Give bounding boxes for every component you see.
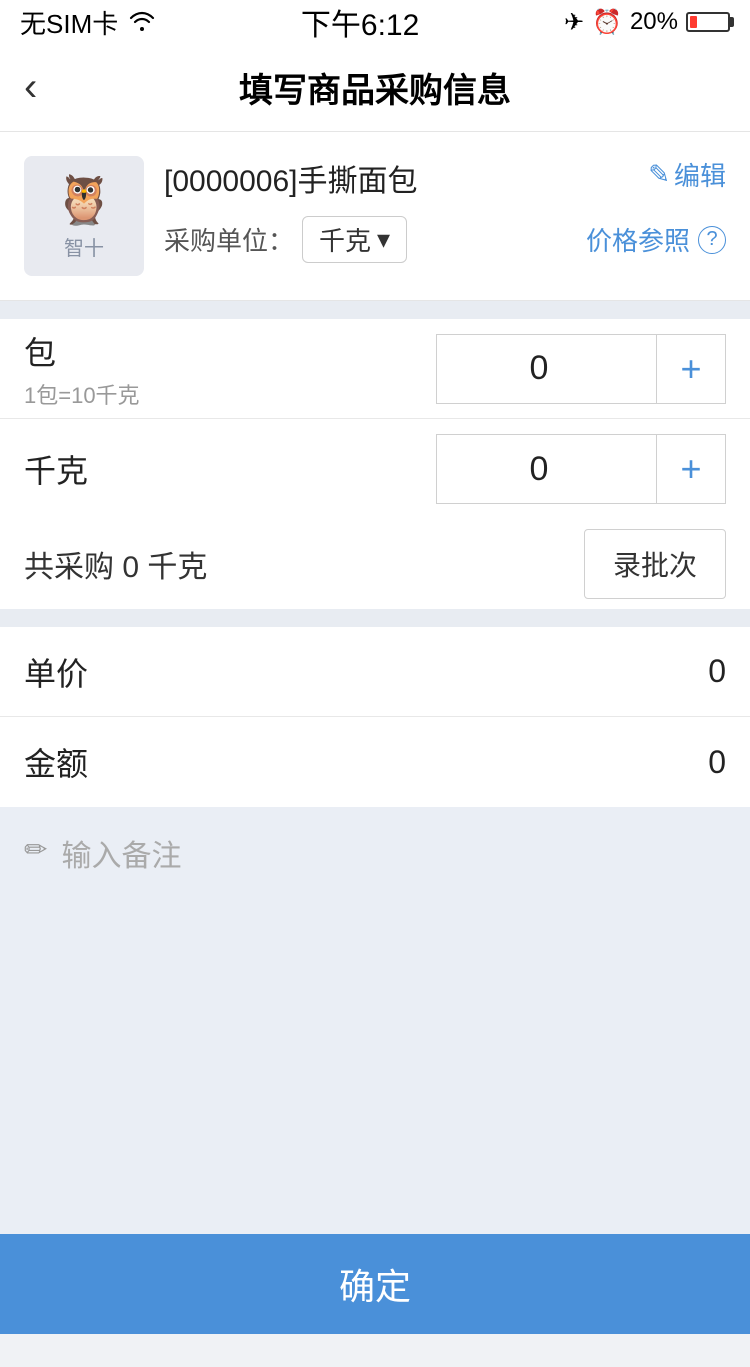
bao-plus-button[interactable]: +: [656, 334, 726, 404]
kg-plus-button[interactable]: +: [656, 434, 726, 504]
unit-row: 采购单位： 千克 ▾ 价格参照 ?: [164, 216, 726, 263]
unit-label-text: 采购单位：: [164, 221, 294, 258]
bao-row: 包 1包=10千克 +: [0, 319, 750, 419]
unit-price-row: 单价 0: [0, 627, 750, 717]
note-placeholder: 输入备注: [61, 831, 181, 875]
amount-row: 金额 0: [0, 717, 750, 807]
price-ref-help-icon: ?: [698, 226, 726, 254]
product-owl-icon: 🦉: [54, 171, 114, 228]
unit-select[interactable]: 千克 ▾: [302, 216, 407, 263]
kg-input-control: +: [436, 434, 726, 504]
section-divider-2: [0, 609, 750, 627]
bao-label: 包 1包=10千克: [24, 328, 140, 410]
battery-percent: 20%: [630, 8, 678, 36]
product-image: 🦉 智十: [24, 156, 144, 276]
edit-icon: ✎: [648, 159, 670, 190]
product-title-row: [0000006]手撕面包 ✎ 编辑: [164, 156, 726, 200]
status-bar: 无SIM卡 下午6:12 ✈ ⏰ 20%: [0, 0, 750, 44]
unit-value: 千克: [319, 221, 371, 258]
status-right: ✈ ⏰ 20%: [564, 8, 730, 37]
amount-label: 金额: [24, 739, 88, 785]
section-divider-1: [0, 301, 750, 319]
product-info: [0000006]手撕面包 ✎ 编辑 采购单位： 千克 ▾ 价格参照 ?: [164, 156, 726, 263]
edit-button[interactable]: ✎ 编辑: [648, 156, 726, 193]
pencil-icon: ✏: [24, 833, 47, 866]
note-section[interactable]: ✏ 输入备注: [0, 807, 750, 927]
total-text: 共采购 0 千克: [24, 542, 207, 586]
status-time: 下午6:12: [301, 0, 419, 44]
batch-button[interactable]: 录批次: [584, 529, 726, 599]
price-ref-label: 价格参照: [586, 221, 690, 258]
brand-text: 智十: [64, 232, 104, 261]
nav-bar: ‹ 填写商品采购信息: [0, 44, 750, 132]
kg-row: 千克 +: [0, 419, 750, 519]
bao-sub-label: 1包=10千克: [24, 378, 140, 410]
back-chevron: ‹: [24, 65, 37, 110]
page-title: 填写商品采购信息: [239, 63, 511, 112]
product-name: [0000006]手撕面包: [164, 156, 417, 200]
carrier-text: 无SIM卡: [20, 4, 118, 41]
battery-icon: [686, 12, 730, 32]
back-button[interactable]: ‹: [24, 65, 37, 110]
edit-label: 编辑: [674, 156, 726, 193]
bao-input-control: +: [436, 334, 726, 404]
unit-price-value: 0: [708, 653, 726, 690]
status-left: 无SIM卡: [20, 4, 156, 41]
confirm-button[interactable]: 确定: [0, 1234, 750, 1334]
price-info-section: 单价 0 金额 0: [0, 627, 750, 807]
kg-label: 千克: [24, 446, 88, 492]
amount-value: 0: [708, 744, 726, 781]
alarm-icon: ⏰: [592, 8, 622, 37]
unit-price-label: 单价: [24, 649, 88, 695]
total-row: 共采购 0 千克 录批次: [0, 519, 750, 609]
kg-main-label: 千克: [24, 446, 88, 492]
kg-quantity-input[interactable]: [436, 434, 656, 504]
bao-main-label: 包: [24, 328, 140, 374]
unit-label: 采购单位： 千克 ▾: [164, 216, 407, 263]
main-content-area: [0, 927, 750, 1267]
battery-fill: [690, 16, 697, 28]
wifi-icon: [128, 7, 156, 38]
product-card: 🦉 智十 [0000006]手撕面包 ✎ 编辑 采购单位： 千克 ▾ 价格参照 …: [0, 132, 750, 301]
bao-quantity-input[interactable]: [436, 334, 656, 404]
unit-dropdown-icon: ▾: [377, 224, 390, 255]
location-icon: ✈: [564, 8, 584, 37]
price-ref-button[interactable]: 价格参照 ?: [586, 221, 726, 258]
input-section: 包 1包=10千克 + 千克 +: [0, 319, 750, 519]
